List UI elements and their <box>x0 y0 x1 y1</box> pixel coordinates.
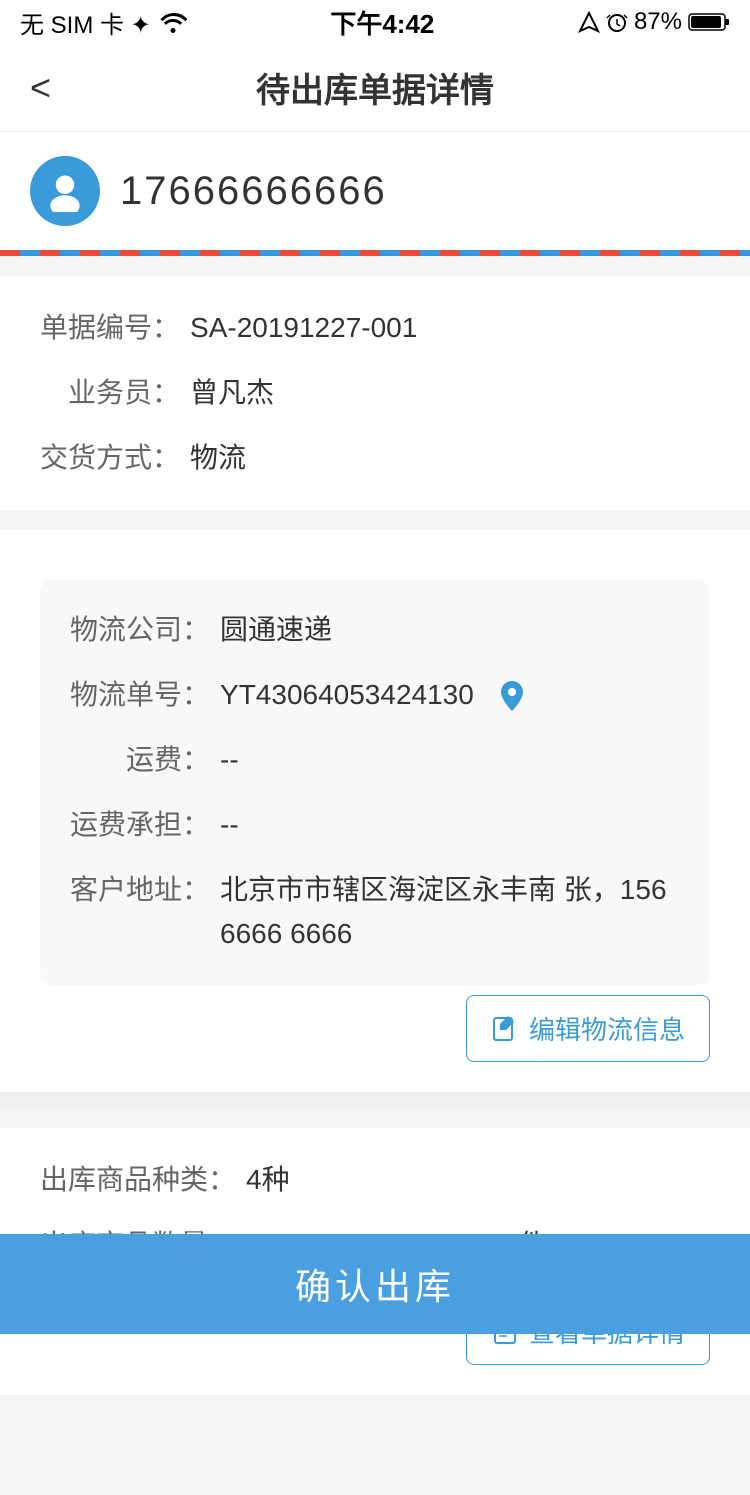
edit-icon <box>491 1015 519 1043</box>
logistics-company-row: 物流公司： 圆通速递 <box>70 608 680 653</box>
logistics-company-value: 圆通速递 <box>220 608 680 653</box>
goods-type-row: 出库商品种类： 4种 <box>40 1158 710 1203</box>
status-time: 下午4:42 <box>330 4 434 41</box>
location-arrow-icon <box>578 11 600 33</box>
delivery-row: 交货方式： 物流 <box>40 436 710 481</box>
user-icon <box>44 170 86 212</box>
freight-bear-label: 运费承担： <box>70 803 210 848</box>
user-phone: 17666666666 <box>120 169 387 214</box>
freight-label: 运费： <box>70 738 210 783</box>
status-bar: 无 SIM 卡 ✦ 下午4:42 87% <box>0 0 750 44</box>
confirm-button[interactable]: 确认出库 <box>0 1234 750 1334</box>
goods-type-value: 4种 <box>246 1158 710 1203</box>
bottom-space <box>0 1395 750 1495</box>
sim-status: 无 SIM 卡 ✦ <box>20 5 151 40</box>
page-title: 待出库单据详情 <box>256 63 494 112</box>
logistics-section: 物流公司： 圆通速递 物流单号： YT43064053424130 运费： --… <box>0 530 750 1092</box>
section-divider <box>0 1092 750 1108</box>
status-right: 87% <box>578 8 730 36</box>
order-no-value: SA-20191227-001 <box>190 306 710 351</box>
order-no-row: 单据编号： SA-20191227-001 <box>40 306 710 351</box>
freight-bear-value: -- <box>220 803 680 848</box>
order-no-label: 单据编号： <box>40 306 180 351</box>
alarm-icon <box>606 11 628 33</box>
dashed-separator <box>0 250 750 256</box>
edit-logistics-button[interactable]: 编辑物流信息 <box>466 995 710 1062</box>
nav-bar: < 待出库单据详情 <box>0 44 750 132</box>
avatar <box>30 156 100 226</box>
status-left: 无 SIM 卡 ✦ <box>20 5 187 40</box>
battery-icon <box>688 11 730 33</box>
goods-type-label: 出库商品种类： <box>40 1158 236 1203</box>
logistics-card: 物流公司： 圆通速递 物流单号： YT43064053424130 运费： --… <box>40 580 710 985</box>
delivery-value: 物流 <box>190 436 710 481</box>
salesman-row: 业务员： 曾凡杰 <box>40 371 710 416</box>
delivery-label: 交货方式： <box>40 436 180 481</box>
wifi-icon <box>159 11 187 33</box>
address-label: 客户地址： <box>70 868 210 913</box>
freight-row: 运费： -- <box>70 738 680 783</box>
user-header: 17666666666 <box>0 132 750 250</box>
tracking-no-value: YT43064053424130 <box>220 673 680 718</box>
salesman-value: 曾凡杰 <box>190 371 710 416</box>
salesman-label: 业务员： <box>40 371 180 416</box>
logistics-company-label: 物流公司： <box>70 608 210 653</box>
freight-value: -- <box>220 738 680 783</box>
freight-bear-row: 运费承担： -- <box>70 803 680 848</box>
back-button[interactable]: < <box>30 67 90 109</box>
location-pin-icon[interactable] <box>490 674 534 718</box>
address-value: 北京市市辖区海淀区永丰南 张，156 6666 6666 <box>220 868 680 958</box>
battery-text: 87% <box>634 8 682 36</box>
tracking-no-row: 物流单号： YT43064053424130 <box>70 673 680 718</box>
tracking-no-label: 物流单号： <box>70 673 210 718</box>
order-info-section: 单据编号： SA-20191227-001 业务员： 曾凡杰 交货方式： 物流 <box>0 276 750 510</box>
address-row: 客户地址： 北京市市辖区海淀区永丰南 张，156 6666 6666 <box>70 868 680 958</box>
